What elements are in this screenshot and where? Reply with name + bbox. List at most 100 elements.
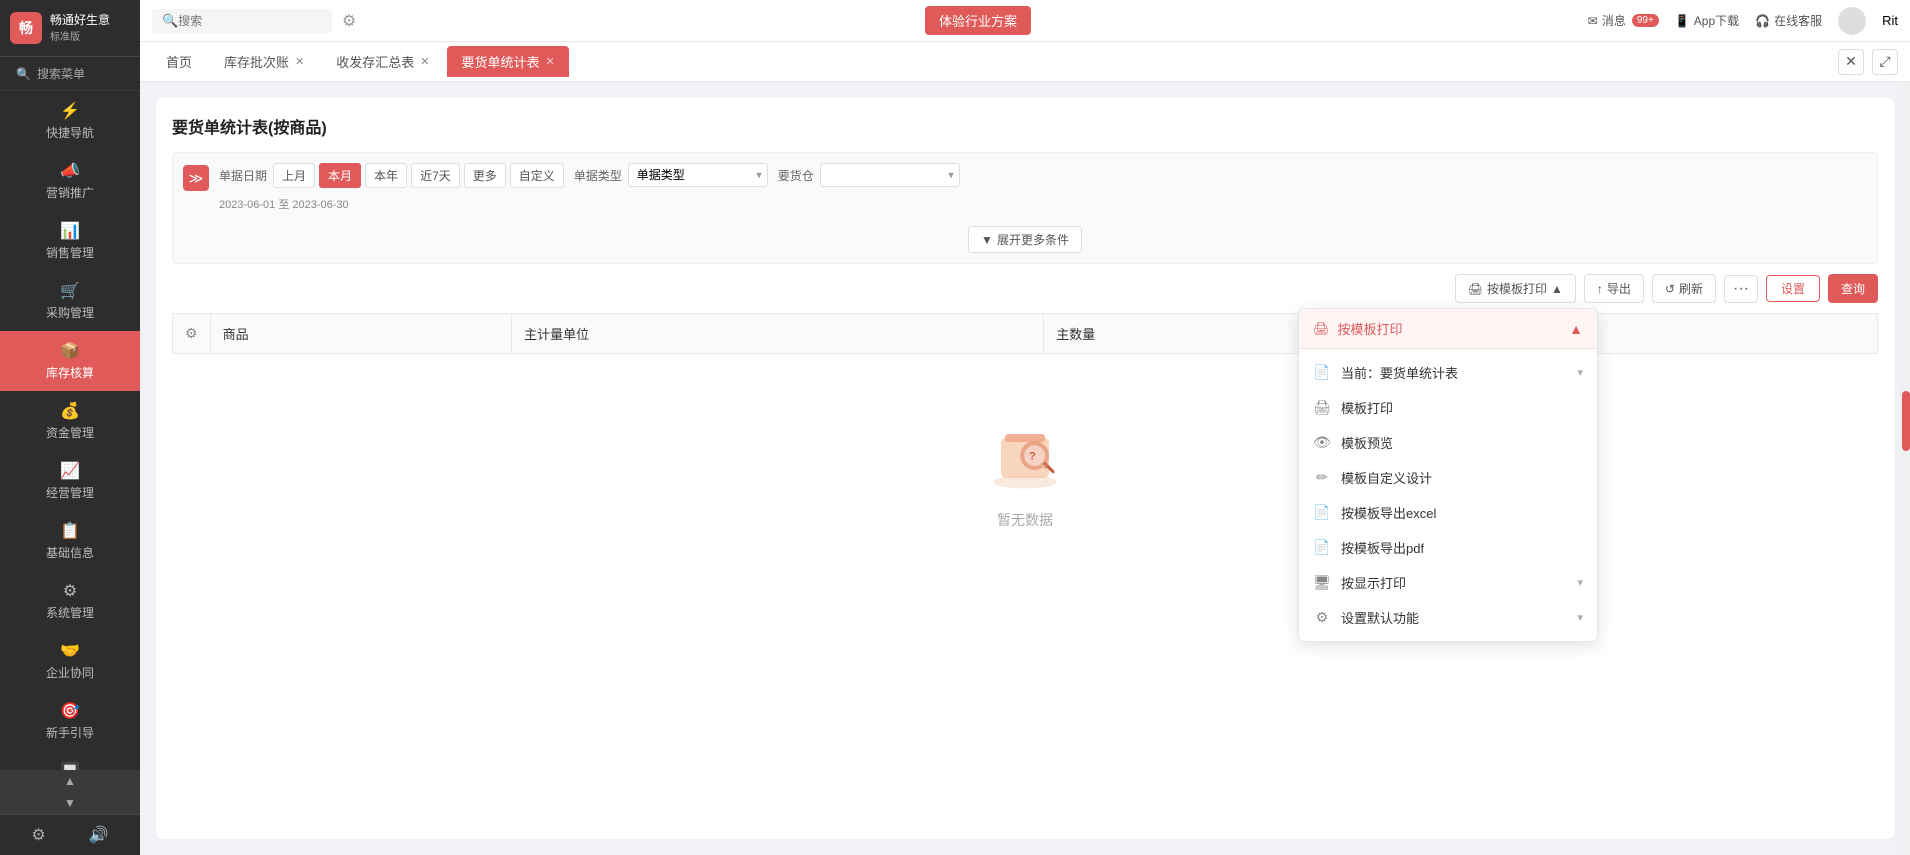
col-goods: 商品 (210, 314, 512, 354)
sidebar-item-system[interactable]: ⚙ 系统管理 (0, 571, 140, 631)
date-filter-group: 单据日期 上月本月本年近7天更多自定义 2023-06-01 至 2023-06… (219, 163, 564, 212)
table-head: ⚙ 商品 主计量单位 主数量 零售金额 (173, 314, 1878, 354)
template-print-label: 模板打印 (1341, 398, 1393, 417)
tab-batch-account-close[interactable]: ✕ (295, 55, 304, 68)
operation-icon: 📈 (60, 461, 80, 481)
settings-icon[interactable]: ⚙ (31, 825, 45, 845)
page-title: 要货单统计表(按商品) (172, 114, 1878, 138)
search-input[interactable] (178, 14, 298, 28)
current-template-label: 当前：要货单统计表 (1341, 363, 1458, 382)
operation-label: 经营管理 (46, 484, 94, 501)
col-settings: ⚙ (173, 314, 211, 354)
date-btn-1[interactable]: 本月 (319, 163, 361, 188)
user-name: Rit (1882, 13, 1898, 28)
sidebar-search[interactable]: 🔍 搜索菜单 (0, 57, 140, 91)
print-dropdown-header-actions: ▲ (1569, 321, 1583, 337)
tab-close-btn[interactable]: ✕ (1838, 49, 1864, 75)
date-btn-3[interactable]: 近7天 (411, 163, 460, 188)
date-btn-4[interactable]: 更多 (464, 163, 506, 188)
sidebar-scroll-down[interactable]: ▼ (0, 792, 140, 814)
sidebar-item-collab[interactable]: 🤝 企业协同 (0, 631, 140, 691)
message-badge: 99+ (1632, 14, 1659, 27)
sidebar-item-inventory[interactable]: 📦 库存核算 (0, 331, 140, 391)
tab-order-stats[interactable]: 要货单统计表✕ (447, 46, 568, 77)
header-gear-icon[interactable]: ⚙ (342, 11, 356, 31)
date-buttons: 上月本月本年近7天更多自定义 (273, 163, 564, 188)
template-preview-icon: 👁 (1313, 434, 1331, 451)
right-scrollbar[interactable] (1902, 82, 1910, 855)
current-template-arrow: ▾ (1577, 366, 1583, 379)
tab-home[interactable]: 首页 (152, 46, 206, 77)
tab-receipt-summary[interactable]: 收发存汇总表✕ (322, 46, 443, 77)
sidebar-item-marketing[interactable]: 📣 营销推广 (0, 151, 140, 211)
current-template-item[interactable]: 📄 当前：要货单统计表 ▾ (1299, 355, 1597, 390)
cargo-select[interactable] (820, 163, 960, 187)
date-btn-2[interactable]: 本年 (365, 163, 407, 188)
print-btn[interactable]: 🖨 按模板打印 ▲ (1455, 274, 1576, 303)
display-print-arrow: ▾ (1577, 576, 1583, 589)
message-label: 消息 (1602, 12, 1626, 29)
print-dropdown-body: 📄 当前：要货单统计表 ▾ 🖨 模板打印 👁 模板预览 (1299, 349, 1597, 641)
more-actions-btn[interactable]: ··· (1724, 275, 1758, 303)
sidebar-item-operation[interactable]: 📈 经营管理 (0, 451, 140, 511)
print-btn-icon: 🖨 (1468, 282, 1483, 296)
bill-type-select-wrapper: 单据类型 (628, 163, 768, 187)
export-excel-item[interactable]: 📄 按模板导出excel (1299, 495, 1597, 530)
print-dropdown-collapse-icon[interactable]: ▲ (1569, 321, 1583, 337)
sidebar-item-guide[interactable]: 🎯 新手引导 (0, 691, 140, 751)
template-preview-item[interactable]: 👁 模板预览 (1299, 425, 1597, 460)
sidebar-item-finance[interactable]: 💰 资金管理 (0, 391, 140, 451)
app-download-btn[interactable]: 📱 App下载 (1675, 12, 1739, 29)
expand-conditions-label: 展开更多条件 (997, 231, 1069, 248)
print-dropdown-header: 🖨 按模板打印 ▲ (1299, 309, 1597, 349)
date-btn-5[interactable]: 自定义 (510, 163, 564, 188)
inventory-label: 库存核算 (46, 364, 94, 381)
online-service-btn[interactable]: 🎧 在线客服 (1755, 12, 1822, 29)
sidebar-search-label: 搜索菜单 (37, 65, 85, 82)
empty-state: ? 暂无数据 (172, 354, 1878, 590)
table-settings-icon[interactable]: ⚙ (185, 325, 198, 341)
header-search-box[interactable]: 🔍 (152, 9, 332, 33)
sidebar-item-quick-nav[interactable]: ⚡ 快捷导航 (0, 91, 140, 151)
current-template-left: 📄 当前：要货单统计表 (1313, 363, 1458, 382)
tab-receipt-summary-close[interactable]: ✕ (420, 55, 429, 68)
tab-expand-btn[interactable]: ⤢ (1872, 49, 1898, 75)
current-template-icon: 📄 (1313, 364, 1331, 381)
expand-conditions-icon: ▼ (981, 233, 993, 247)
sidebar-scroll-up[interactable]: ▲ (0, 770, 140, 792)
set-default-item[interactable]: ⚙ 设置默认功能 ▾ (1299, 600, 1597, 635)
settings-btn[interactable]: 设置 (1766, 275, 1820, 302)
bill-type-select[interactable]: 单据类型 (628, 163, 768, 187)
logo-sub: 标准版 (50, 28, 110, 43)
collab-label: 企业协同 (46, 664, 94, 681)
template-print-item[interactable]: 🖨 模板打印 (1299, 390, 1597, 425)
finance-label: 资金管理 (46, 424, 94, 441)
sidebar-item-basic-info[interactable]: 📋 基础信息 (0, 511, 140, 571)
template-custom-item[interactable]: ✏ 模板自定义设计 (1299, 460, 1597, 495)
query-btn[interactable]: 查询 (1828, 274, 1878, 303)
refresh-btn[interactable]: ↺ 刷新 (1652, 274, 1716, 303)
export-btn[interactable]: ↑ 导出 (1584, 274, 1644, 303)
avatar[interactable] (1838, 7, 1866, 35)
message-icon: ✉ (1588, 14, 1598, 28)
exp-btn[interactable]: 体验行业方案 (925, 6, 1031, 35)
app-logo: 畅 畅通好生意 标准版 (0, 0, 140, 57)
display-print-item[interactable]: 🖥 按显示打印 ▾ (1299, 565, 1597, 600)
sidebar: 畅 畅通好生意 标准版 🔍 搜索菜单 ⚡ 快捷导航 📣 营销推广 📊 销售管理 … (0, 0, 140, 855)
sidebar-item-sales[interactable]: 📊 销售管理 (0, 211, 140, 271)
empty-illustration: ? (975, 414, 1075, 494)
expand-conditions-btn[interactable]: ▼ 展开更多条件 (968, 226, 1082, 253)
tab-batch-account[interactable]: 库存批次账✕ (210, 46, 318, 77)
sidebar-item-purchase[interactable]: 🛒 采购管理 (0, 271, 140, 331)
filter-toggle-btn[interactable]: ≫ (183, 165, 209, 191)
export-pdf-item[interactable]: 📄 按模板导出pdf (1299, 530, 1597, 565)
tab-order-stats-close[interactable]: ✕ (546, 55, 555, 68)
message-btn[interactable]: ✉ 消息 99+ (1588, 12, 1659, 29)
sidebar-item-app-center[interactable]: 🔲 应用中心 (0, 751, 140, 770)
date-btn-0[interactable]: 上月 (273, 163, 315, 188)
purchase-label: 采购管理 (46, 304, 94, 321)
empty-text: 暂无数据 (997, 510, 1053, 530)
volume-icon[interactable]: 🔊 (89, 825, 109, 845)
guide-label: 新手引导 (46, 724, 94, 741)
collab-icon: 🤝 (60, 641, 80, 661)
